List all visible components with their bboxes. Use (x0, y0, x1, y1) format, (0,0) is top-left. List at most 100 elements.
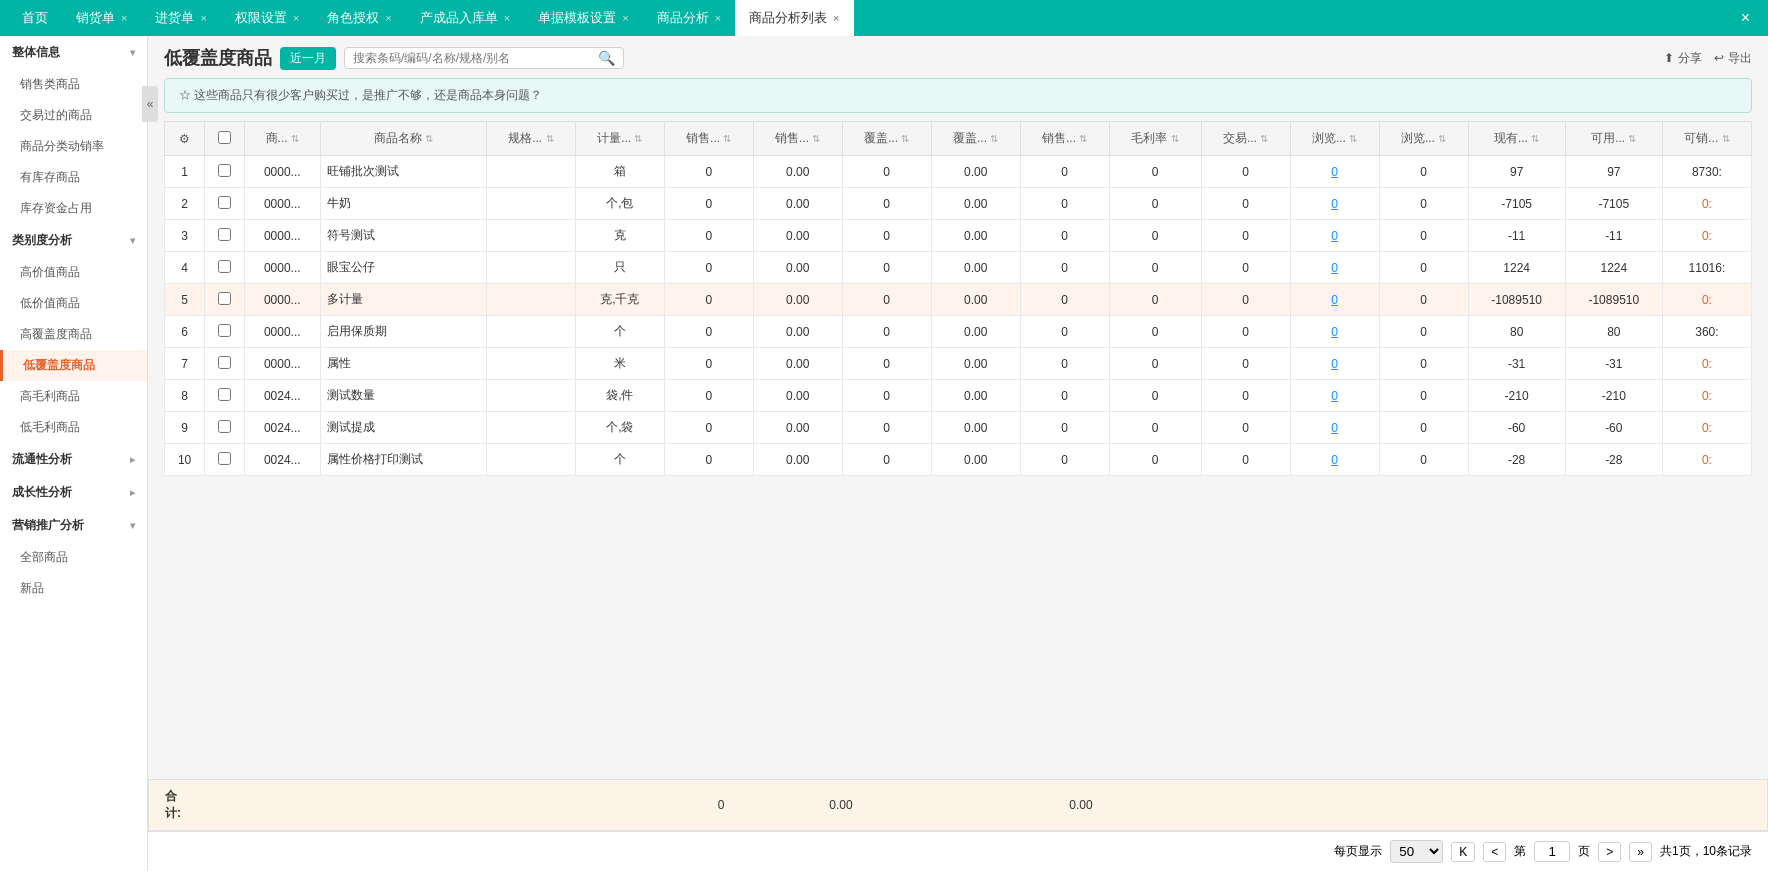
row-checkbox[interactable] (205, 156, 245, 188)
prev-page-button[interactable]: < (1483, 842, 1506, 862)
col-current-stock[interactable]: 现有... ⇅ (1468, 122, 1565, 156)
row-sellable: 0: (1662, 220, 1751, 252)
row-checkbox[interactable] (205, 284, 245, 316)
sidebar-item-stock-capital[interactable]: 库存资金占用 (0, 193, 147, 224)
sidebar-item-sales-products[interactable]: 销售类商品 (0, 69, 147, 100)
period-button[interactable]: 近一月 (280, 47, 336, 70)
footer-spacer10 (1641, 798, 1721, 812)
col-available-stock[interactable]: 可用... ⇅ (1565, 122, 1662, 156)
nav-close-template[interactable]: × (622, 12, 628, 24)
nav-close-product-analysis-list[interactable]: × (833, 12, 839, 24)
sidebar-item-high-margin[interactable]: 高毛利商品 (0, 381, 147, 412)
col-transaction[interactable]: 交易... ⇅ (1201, 122, 1290, 156)
nav-home[interactable]: 首页 (8, 0, 62, 36)
col-spec[interactable]: 规格... ⇅ (486, 122, 575, 156)
row-sales-qty: 0 (664, 380, 753, 412)
search-icon[interactable]: 🔍 (598, 50, 615, 66)
nav-role-auth[interactable]: 角色授权 × (313, 0, 405, 36)
row-browse1[interactable]: 0 (1290, 348, 1379, 380)
sidebar-item-category-turnover[interactable]: 商品分类动销率 (0, 131, 147, 162)
sidebar-marketing-items: 全部商品 新品 (0, 542, 147, 604)
row-checkbox[interactable] (205, 220, 245, 252)
sidebar-item-traded-products[interactable]: 交易过的商品 (0, 100, 147, 131)
row-browse1[interactable]: 0 (1290, 412, 1379, 444)
nav-permission-settings[interactable]: 权限设置 × (221, 0, 313, 36)
row-checkbox[interactable] (205, 316, 245, 348)
col-sales-qty[interactable]: 销售... ⇅ (664, 122, 753, 156)
export-button[interactable]: ↩ 导出 (1714, 50, 1752, 67)
col-settings[interactable]: ⚙ (165, 122, 205, 156)
row-browse1[interactable]: 0 (1290, 380, 1379, 412)
nav-close-product-analysis[interactable]: × (715, 12, 721, 24)
row-num: 10 (165, 444, 205, 476)
sidebar-item-high-coverage[interactable]: 高覆盖度商品 (0, 319, 147, 350)
per-page-select[interactable]: 50 20 100 200 (1390, 840, 1443, 863)
row-checkbox[interactable] (205, 444, 245, 476)
row-browse1[interactable]: 0 (1290, 220, 1379, 252)
nav-close-product-inbound[interactable]: × (504, 12, 510, 24)
col-checkbox[interactable] (205, 122, 245, 156)
row-checkbox[interactable] (205, 252, 245, 284)
row-checkbox[interactable] (205, 412, 245, 444)
col-code[interactable]: 商... ⇅ (244, 122, 320, 156)
row-checkbox[interactable] (205, 348, 245, 380)
sidebar-section-marketing[interactable]: 营销推广分析 ▾ (0, 509, 147, 542)
nav-product-analysis[interactable]: 商品分析 × (643, 0, 735, 36)
sidebar-section-overall[interactable]: 整体信息 ▾ (0, 36, 147, 69)
row-name: 符号测试 (320, 220, 486, 252)
row-browse1[interactable]: 0 (1290, 156, 1379, 188)
nav-sales-order[interactable]: 销货单 × (62, 0, 141, 36)
nav-close-purchase-order[interactable]: × (200, 12, 206, 24)
last-page-button[interactable]: » (1629, 842, 1652, 862)
row-browse1[interactable]: 0 (1290, 444, 1379, 476)
sidebar-section-category[interactable]: 类别度分析 ▾ (0, 224, 147, 257)
row-available-stock: -11 (1565, 220, 1662, 252)
nav-close-sales-order[interactable]: × (121, 12, 127, 24)
row-browse1[interactable]: 0 (1290, 252, 1379, 284)
col-browse1[interactable]: 浏览... ⇅ (1290, 122, 1379, 156)
sidebar-item-low-coverage[interactable]: 低覆盖度商品 (0, 350, 147, 381)
sidebar-section-growth[interactable]: 成长性分析 ▸ (0, 476, 147, 509)
row-coverage1: 0 (842, 412, 931, 444)
nav-product-inbound[interactable]: 产成品入库单 × (406, 0, 524, 36)
nav-close-all[interactable]: × (1731, 9, 1760, 27)
row-browse1[interactable]: 0 (1290, 188, 1379, 220)
footer-spacer2 (321, 798, 401, 812)
row-coverage1: 0 (842, 156, 931, 188)
col-sellable[interactable]: 可销... ⇅ (1662, 122, 1751, 156)
select-all-checkbox[interactable] (218, 131, 231, 144)
col-sales-amt[interactable]: 销售... ⇅ (753, 122, 842, 156)
sidebar-section-liquidity[interactable]: 流通性分析 ▸ (0, 443, 147, 476)
nav-template-settings[interactable]: 单据模板设置 × (524, 0, 642, 36)
nav-product-analysis-list[interactable]: 商品分析列表 × (735, 0, 853, 36)
row-current-stock: -11 (1468, 220, 1565, 252)
col-gross-margin[interactable]: 毛利率 ⇅ (1109, 122, 1201, 156)
row-browse2: 0 (1379, 188, 1468, 220)
row-browse1[interactable]: 0 (1290, 316, 1379, 348)
table-container[interactable]: ⚙ 商... ⇅ 商品名称 ⇅ 规格... ⇅ 计量... ⇅ 销售... ⇅ … (164, 121, 1752, 779)
col-browse2[interactable]: 浏览... ⇅ (1379, 122, 1468, 156)
share-button[interactable]: ⬆ 分享 (1664, 50, 1702, 67)
col-coverage1[interactable]: 覆盖... ⇅ (842, 122, 931, 156)
next-page-button[interactable]: > (1598, 842, 1621, 862)
page-input[interactable] (1534, 841, 1570, 862)
col-unit[interactable]: 计量... ⇅ (575, 122, 664, 156)
nav-close-permission[interactable]: × (293, 12, 299, 24)
col-sales3[interactable]: 销售... ⇅ (1020, 122, 1109, 156)
sidebar-item-new-products[interactable]: 新品 (0, 573, 147, 604)
nav-close-role-auth[interactable]: × (385, 12, 391, 24)
sidebar-item-all-products[interactable]: 全部商品 (0, 542, 147, 573)
col-coverage2[interactable]: 覆盖... ⇅ (931, 122, 1020, 156)
sidebar-item-low-value[interactable]: 低价值商品 (0, 288, 147, 319)
sidebar-item-in-stock[interactable]: 有库存商品 (0, 162, 147, 193)
row-checkbox[interactable] (205, 380, 245, 412)
col-name[interactable]: 商品名称 ⇅ (320, 122, 486, 156)
first-page-button[interactable]: K (1451, 842, 1475, 862)
sidebar-collapse-button[interactable]: « (142, 86, 158, 122)
sidebar-item-low-margin[interactable]: 低毛利商品 (0, 412, 147, 443)
sidebar-item-high-value[interactable]: 高价值商品 (0, 257, 147, 288)
nav-purchase-order[interactable]: 进货单 × (141, 0, 220, 36)
row-browse1[interactable]: 0 (1290, 284, 1379, 316)
search-input[interactable] (353, 51, 598, 65)
row-checkbox[interactable] (205, 188, 245, 220)
